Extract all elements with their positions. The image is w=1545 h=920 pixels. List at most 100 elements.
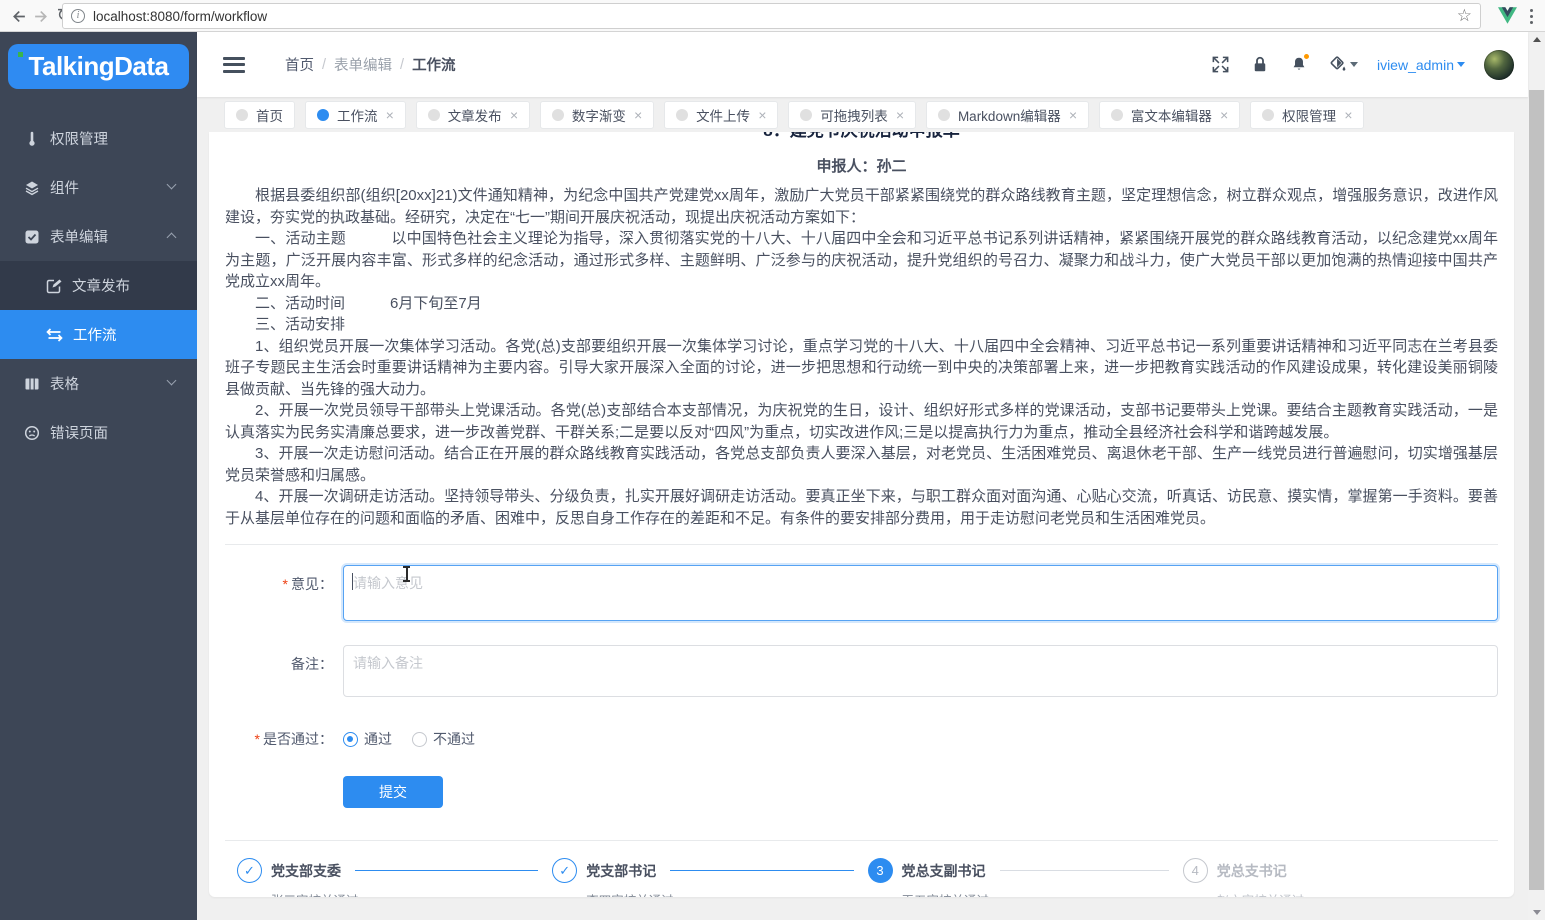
table-icon bbox=[25, 378, 39, 389]
browser-toolbar: ↻ i localhost:8080/form/workflow ☆ bbox=[0, 0, 1545, 32]
sidebar-item-label: 表格 bbox=[50, 377, 79, 393]
radio-fail[interactable]: 不通过 bbox=[412, 729, 475, 749]
breadcrumb-home[interactable]: 首页 bbox=[285, 54, 314, 75]
scroll-up-icon[interactable] bbox=[1528, 32, 1545, 47]
browser-scrollbar[interactable] bbox=[1528, 32, 1545, 920]
collapse-menu-icon[interactable] bbox=[223, 53, 245, 76]
scroll-down-icon[interactable] bbox=[1528, 905, 1545, 920]
checkbox-icon bbox=[25, 230, 39, 243]
breadcrumb-form-edit[interactable]: 表单编辑 bbox=[334, 54, 392, 75]
tab-upload[interactable]: 文件上传 × bbox=[664, 100, 779, 129]
fullscreen-icon[interactable] bbox=[1211, 55, 1231, 75]
tab-markdown-editor[interactable]: Markdown编辑器 × bbox=[925, 100, 1089, 129]
sidebar-item-label: 表单编辑 bbox=[50, 230, 108, 246]
sidebar-menu: 权限管理 组件 表单编辑 文章发布 工作流 表格 错误页面 bbox=[0, 114, 197, 457]
article-paragraph: 二、活动时间 6月下旬至7月 bbox=[255, 294, 482, 312]
tab-draggable-list[interactable]: 可拖拽列表 × bbox=[788, 100, 916, 129]
tab-close-icon[interactable]: × bbox=[386, 108, 394, 122]
tab-dot-icon bbox=[1262, 108, 1275, 121]
tab-permission[interactable]: 权限管理 × bbox=[1250, 100, 1365, 129]
tab-dot-icon bbox=[937, 108, 950, 121]
page-info-icon[interactable]: i bbox=[71, 9, 85, 23]
vue-devtools-extension-icon[interactable] bbox=[1498, 7, 1517, 24]
approval-steps: ✓ 党支部支委 张三审核并通过 ✓ 党支部书记 bbox=[225, 858, 1498, 897]
tab-home[interactable]: 首页 bbox=[224, 100, 295, 129]
sidebar-item-components[interactable]: 组件 bbox=[0, 163, 197, 212]
text-caret bbox=[352, 573, 353, 590]
app-page: TalkingData 权限管理 组件 表单编辑 文章发布 工作流 表格 错误页… bbox=[0, 32, 1545, 920]
bookmark-star-icon[interactable]: ☆ bbox=[1457, 6, 1472, 26]
radio-dot-icon bbox=[343, 731, 358, 747]
breadcrumb: 首页 / 表单编辑 / 工作流 bbox=[285, 54, 456, 75]
lock-icon[interactable] bbox=[1250, 55, 1270, 75]
divider bbox=[225, 840, 1498, 841]
sidebar-submenu-form-edit: 文章发布 工作流 bbox=[0, 261, 197, 359]
user-menu[interactable]: iview_admin bbox=[1377, 57, 1465, 73]
submit-button[interactable]: 提交 bbox=[343, 776, 443, 808]
theme-switch-icon[interactable] bbox=[1328, 55, 1358, 75]
step-check-icon: ✓ bbox=[237, 858, 262, 883]
sidebar-item-permission[interactable]: 权限管理 bbox=[0, 114, 197, 163]
divider bbox=[225, 544, 1498, 545]
sidebar-item-article-publish[interactable]: 文章发布 bbox=[0, 261, 197, 310]
tab-close-icon[interactable]: × bbox=[634, 108, 642, 122]
tab-workflow[interactable]: 工作流 × bbox=[305, 100, 406, 129]
step-branch-committee: ✓ 党支部支委 张三审核并通过 bbox=[237, 858, 552, 897]
pass-row: * 是否通过： 通过 不通过 bbox=[225, 729, 1498, 749]
article-paragraph: 1、组织党员开展一次集体学习活动。各党(总)支部要组织开展一次集体学习讨论，重点… bbox=[225, 337, 1498, 398]
article-paragraph: 4、开展一次调研走访活动。坚持领导带头、分级负责，扎实开展好调研走访活动。要真正… bbox=[225, 488, 1498, 527]
username: iview_admin bbox=[1376, 56, 1454, 73]
tab-close-icon[interactable]: × bbox=[510, 108, 518, 122]
logo-green-dot bbox=[18, 51, 23, 57]
article-paragraph: 2、开展一次党员领导干部带头上党课活动。各党(总)支部结合本支部情况，为庆祝党的… bbox=[225, 402, 1498, 441]
scrollbar-thumb[interactable] bbox=[1529, 90, 1544, 890]
chevron-down-icon bbox=[166, 375, 177, 386]
key-icon bbox=[29, 131, 35, 146]
radio-pass[interactable]: 通过 bbox=[343, 729, 392, 749]
tab-dot-icon bbox=[800, 108, 813, 121]
tab-close-icon[interactable]: × bbox=[758, 108, 766, 122]
step-connector bbox=[999, 870, 1169, 871]
logo-text: TalkingData bbox=[28, 50, 169, 81]
note-control bbox=[343, 645, 1498, 697]
tab-richtext-editor[interactable]: 富文本编辑器 × bbox=[1098, 100, 1241, 129]
tab-dot-icon bbox=[1110, 108, 1123, 121]
step-check-icon: ✓ bbox=[552, 858, 578, 883]
header-tools: iview_admin bbox=[1211, 49, 1514, 80]
tab-close-icon[interactable]: × bbox=[896, 108, 904, 122]
opinion-textarea[interactable] bbox=[343, 565, 1498, 621]
main-area: 首页 / 表单编辑 / 工作流 iview_admin 首页 工作流 × 文章发… bbox=[197, 32, 1528, 920]
browser-back-icon[interactable] bbox=[6, 4, 30, 28]
tab-dot-icon bbox=[427, 108, 440, 121]
notification-badge bbox=[1302, 52, 1310, 60]
tab-article-publish[interactable]: 文章发布 × bbox=[415, 100, 530, 129]
tab-close-icon[interactable]: × bbox=[1344, 108, 1352, 122]
sidebar-item-label: 错误页面 bbox=[50, 426, 108, 442]
user-avatar[interactable] bbox=[1484, 49, 1514, 80]
header: 首页 / 表单编辑 / 工作流 iview_admin bbox=[197, 32, 1528, 97]
opinion-row: * 意见： bbox=[225, 565, 1498, 621]
sidebar-item-error-pages[interactable]: 错误页面 bbox=[0, 408, 197, 457]
note-row: 备注： bbox=[225, 645, 1498, 697]
note-textarea[interactable] bbox=[343, 645, 1498, 697]
pass-radio-group: 通过 不通过 bbox=[343, 729, 475, 749]
tab-close-icon[interactable]: × bbox=[1220, 108, 1228, 122]
breadcrumb-current: 工作流 bbox=[412, 58, 456, 74]
step-number: 4 bbox=[1182, 858, 1208, 883]
screenshot-root: ↻ i localhost:8080/form/workflow ☆ Talki… bbox=[0, 0, 1545, 920]
tab-count-to[interactable]: 数字渐变 × bbox=[539, 100, 655, 129]
sidebar-item-tables[interactable]: 表格 bbox=[0, 359, 197, 408]
tab-close-icon[interactable]: × bbox=[1069, 108, 1077, 122]
url-bar[interactable]: i localhost:8080/form/workflow ☆ bbox=[62, 3, 1481, 29]
workflow-card: 8：建党节庆祝活动申报单 申报人：孙二 根据县委组织部(组织[20xx]21)文… bbox=[209, 132, 1514, 897]
browser-forward-icon[interactable] bbox=[29, 4, 53, 28]
required-marker: * bbox=[282, 576, 288, 592]
sidebar-item-workflow[interactable]: 工作流 bbox=[0, 310, 197, 359]
notifications-bell-icon[interactable] bbox=[1289, 52, 1310, 75]
sidebar-item-form-edit[interactable]: 表单编辑 bbox=[0, 212, 197, 261]
applicant-line: 申报人：孙二 bbox=[816, 158, 907, 175]
caret-down-icon bbox=[1349, 62, 1358, 67]
step-general-secretary: 4 党总支书记 赵六审核并通过 bbox=[1182, 858, 1498, 897]
article-paragraph: 一、活动主题 以中国特色社会主义理论为指导，深入贯彻落实党的十八大、十八届四中全… bbox=[225, 230, 1498, 290]
browser-menu-icon[interactable] bbox=[1523, 6, 1539, 26]
